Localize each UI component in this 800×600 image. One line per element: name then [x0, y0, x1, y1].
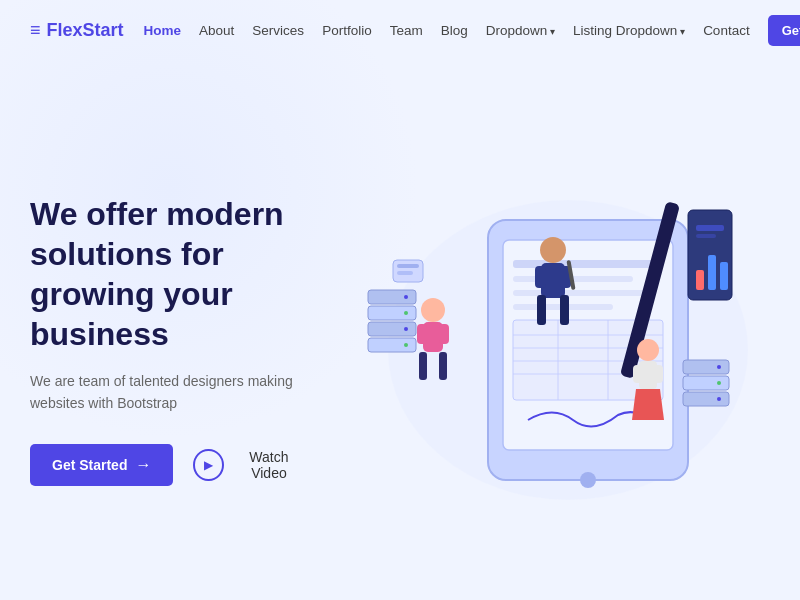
nav-link-about[interactable]: About — [199, 23, 234, 38]
hero-subtitle: We are team of talented designers making… — [30, 370, 306, 415]
svg-rect-49 — [683, 376, 729, 390]
hero-buttons: Get Started → ▶ Watch Video — [30, 444, 306, 486]
svg-rect-46 — [696, 225, 724, 231]
nav-link-blog[interactable]: Blog — [441, 23, 468, 38]
watch-video-button[interactable]: ▶ Watch Video — [193, 449, 306, 481]
svg-point-17 — [421, 298, 445, 322]
svg-point-14 — [580, 472, 596, 488]
svg-rect-48 — [683, 360, 729, 374]
svg-rect-32 — [633, 365, 642, 383]
nav-link-team[interactable]: Team — [390, 23, 423, 38]
svg-rect-36 — [368, 322, 416, 336]
nav-link-dropdown[interactable]: Dropdown — [486, 23, 555, 38]
nav-item-team[interactable]: Team — [390, 21, 423, 39]
svg-point-39 — [404, 311, 408, 315]
svg-rect-33 — [654, 365, 663, 383]
nav-link-listing-dropdown[interactable]: Listing Dropdown — [573, 23, 685, 38]
svg-point-23 — [540, 237, 566, 263]
navbar: ≡ FlexStart Home About Services Portfoli… — [0, 0, 800, 60]
svg-rect-19 — [419, 352, 427, 380]
svg-point-38 — [404, 295, 408, 299]
hero-illustration — [326, 100, 770, 580]
logo-icon: ≡ — [30, 20, 41, 41]
nav-link-home[interactable]: Home — [144, 23, 182, 38]
svg-rect-26 — [560, 295, 569, 325]
nav-item-portfolio[interactable]: Portfolio — [322, 21, 372, 39]
arrow-icon: → — [135, 456, 151, 474]
hero-section: We offer modern solutions for growing yo… — [0, 60, 800, 600]
svg-rect-37 — [368, 338, 416, 352]
svg-point-30 — [637, 339, 659, 361]
watch-video-label: Watch Video — [232, 449, 306, 481]
nav-link-portfolio[interactable]: Portfolio — [322, 23, 372, 38]
svg-point-41 — [404, 343, 408, 347]
illustration-svg — [338, 150, 758, 530]
nav-item-contact[interactable]: Contact — [703, 21, 750, 39]
nav-link-contact[interactable]: Contact — [703, 23, 750, 38]
svg-rect-45 — [720, 262, 728, 290]
get-started-button[interactable]: Get Started → — [30, 444, 173, 486]
nav-item-blog[interactable]: Blog — [441, 21, 468, 39]
get-started-label: Get Started — [52, 457, 127, 473]
hero-content: We offer modern solutions for growing yo… — [30, 194, 326, 487]
logo-text: FlexStart — [47, 20, 124, 41]
svg-rect-21 — [417, 324, 427, 344]
nav-item-about[interactable]: About — [199, 21, 234, 39]
svg-rect-56 — [397, 271, 413, 275]
nav-item-cta[interactable]: Get Started — [768, 21, 800, 39]
svg-rect-5 — [513, 290, 653, 296]
svg-rect-55 — [397, 264, 419, 268]
nav-item-services[interactable]: Services — [252, 21, 304, 39]
play-icon: ▶ — [193, 449, 223, 481]
nav-menu: Home About Services Portfolio Team Blog … — [144, 21, 800, 39]
nav-cta-button[interactable]: Get Started — [768, 15, 800, 46]
nav-link-services[interactable]: Services — [252, 23, 304, 38]
hero-title: We offer modern solutions for growing yo… — [30, 194, 306, 354]
logo[interactable]: ≡ FlexStart — [30, 20, 124, 41]
svg-rect-44 — [708, 255, 716, 290]
svg-rect-27 — [535, 266, 546, 288]
svg-rect-20 — [439, 352, 447, 380]
svg-rect-50 — [683, 392, 729, 406]
svg-rect-22 — [439, 324, 449, 344]
svg-point-52 — [717, 381, 721, 385]
svg-point-51 — [717, 365, 721, 369]
svg-point-40 — [404, 327, 408, 331]
svg-rect-35 — [368, 306, 416, 320]
svg-rect-43 — [696, 270, 704, 290]
svg-rect-47 — [696, 234, 716, 238]
nav-item-listing-dropdown[interactable]: Listing Dropdown — [573, 21, 685, 39]
nav-item-dropdown[interactable]: Dropdown — [486, 21, 555, 39]
svg-rect-25 — [537, 295, 546, 325]
nav-item-home[interactable]: Home — [144, 21, 182, 39]
svg-point-53 — [717, 397, 721, 401]
svg-rect-3 — [513, 260, 663, 268]
svg-rect-34 — [368, 290, 416, 304]
